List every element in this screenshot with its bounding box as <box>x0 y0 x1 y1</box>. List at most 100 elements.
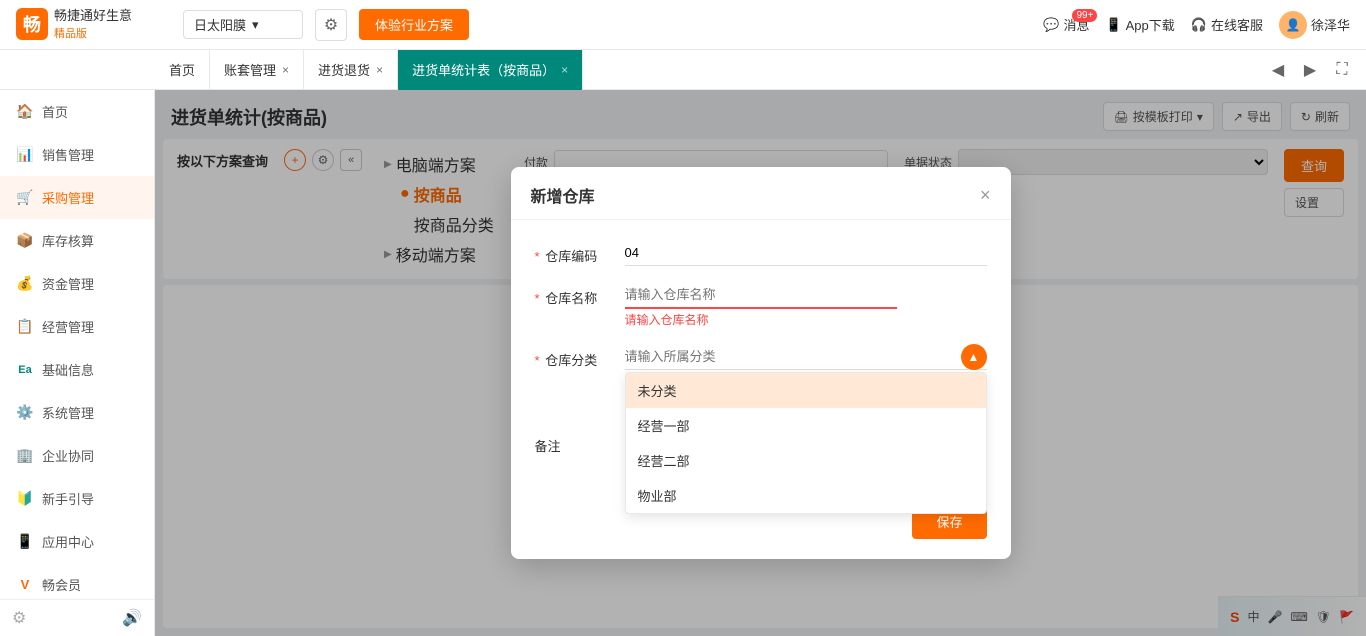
message-button[interactable]: 💬 消息 99+ <box>1043 15 1089 34</box>
sidebar-item-basics[interactable]: Ea 基础信息 <box>0 348 154 391</box>
sidebar-item-purchase[interactable]: 🛒 采购管理 <box>0 176 154 219</box>
sidebar: 🏠 首页 📊 销售管理 🛒 采购管理 📦 库存核算 💰 资金管理 📋 经 <box>0 90 155 636</box>
logo-area: 畅 畅捷通好生意 精品版 <box>16 8 171 41</box>
sidebar-item-enterprise[interactable]: 🏢 企业协同 <box>0 434 154 477</box>
warehouse-category-wrapper: ▲ 未分类 经营一部 经营二部 物业部 <box>625 344 987 370</box>
store-name: 日太阳膜 <box>194 15 246 34</box>
sidebar-item-sales-label: 销售管理 <box>42 145 94 164</box>
dialog-close-icon[interactable]: × <box>980 186 991 204</box>
tab-account-close[interactable]: × <box>282 63 289 77</box>
logo-icon: 畅 <box>16 8 48 40</box>
system-icon: ⚙️ <box>16 404 34 422</box>
sidebar-item-operations-label: 经营管理 <box>42 317 94 336</box>
message-icon: 💬 <box>1043 17 1059 33</box>
sidebar-item-appcenter[interactable]: 📱 应用中心 <box>0 520 154 563</box>
sidebar-item-system-label: 系统管理 <box>42 403 94 422</box>
sidebar-sound-icon[interactable]: 🔊 <box>122 608 142 628</box>
avatar: 👤 <box>1279 11 1307 39</box>
warehouse-code-label: * 仓库编码 <box>535 240 625 265</box>
warehouse-category-label-text: 仓库分类 <box>545 353 597 368</box>
app-download-button[interactable]: 📱 App下载 <box>1105 15 1174 34</box>
dropdown-item-unclassified[interactable]: 未分类 <box>626 373 986 408</box>
form-row-category: * 仓库分类 ▲ 未分类 经营一部 经营二部 物业部 <box>535 344 987 370</box>
sidebar-item-inventory-label: 库存核算 <box>42 231 94 250</box>
warehouse-name-label: * 仓库名称 <box>535 282 625 307</box>
online-service-label: 在线客服 <box>1211 15 1263 34</box>
tab-purchase-return[interactable]: 进货退货 × <box>304 50 398 90</box>
finance-icon: 💰 <box>16 275 34 293</box>
sidebar-item-finance-label: 资金管理 <box>42 274 94 293</box>
tab-next-icon[interactable]: ▶ <box>1294 54 1326 86</box>
chevron-down-icon: ▾ <box>252 17 259 33</box>
tab-account[interactable]: 账套管理 × <box>210 50 304 90</box>
message-badge: 99+ <box>1072 9 1097 22</box>
newbie-icon: 🔰 <box>16 490 34 508</box>
vip-icon: V <box>16 576 34 594</box>
tab-icons: ◀ ▶ ⛶ <box>1262 54 1366 86</box>
category-dropdown-toggle[interactable]: ▲ <box>961 344 987 370</box>
sidebar-item-finance[interactable]: 💰 资金管理 <box>0 262 154 305</box>
warehouse-code-input[interactable] <box>625 240 987 266</box>
dropdown-item-property[interactable]: 物业部 <box>626 478 986 513</box>
top-nav: 畅 畅捷通好生意 精品版 日太阳膜 ▾ ⚙ 体验行业方案 💬 消息 99+ 📱 … <box>0 0 1366 50</box>
online-service-button[interactable]: 🎧 在线客服 <box>1191 15 1263 34</box>
phone-icon: 📱 <box>1105 17 1121 33</box>
sidebar-gear-icon[interactable]: ⚙ <box>12 608 26 628</box>
sidebar-item-basics-label: 基础信息 <box>42 360 94 379</box>
warehouse-name-input[interactable] <box>625 282 897 309</box>
user-name: 徐泽华 <box>1311 15 1350 34</box>
store-selector[interactable]: 日太阳膜 ▾ <box>183 10 303 39</box>
sidebar-item-newbie[interactable]: 🔰 新手引导 <box>0 477 154 520</box>
sidebar-item-operations[interactable]: 📋 经营管理 <box>0 305 154 348</box>
tab-purchase-return-close[interactable]: × <box>376 63 383 77</box>
new-warehouse-dialog: 新增仓库 × * 仓库编码 <box>511 167 1011 559</box>
tab-purchase-stats-label: 进货单统计表（按商品） <box>412 60 555 79</box>
notes-label: 备注 <box>535 430 625 455</box>
sidebar-item-sales[interactable]: 📊 销售管理 <box>0 133 154 176</box>
top-nav-right: 💬 消息 99+ 📱 App下载 🎧 在线客服 👤 徐泽华 <box>1043 11 1350 39</box>
modal-overlay[interactable]: 新增仓库 × * 仓库编码 <box>155 90 1366 636</box>
tab-purchase-return-label: 进货退货 <box>318 60 370 79</box>
warehouse-name-error: 请输入仓库名称 <box>625 311 897 328</box>
sidebar-item-vip-label: 畅会员 <box>42 575 81 594</box>
dialog-title: 新增仓库 <box>531 183 595 207</box>
trial-button[interactable]: 体验行业方案 <box>359 9 469 40</box>
app-download-label: App下载 <box>1126 15 1175 34</box>
sidebar-item-inventory[interactable]: 📦 库存核算 <box>0 219 154 262</box>
tab-purchase-stats[interactable]: 进货单统计表（按商品） × <box>398 50 583 90</box>
tab-purchase-stats-close[interactable]: × <box>561 63 568 77</box>
main-layout: 🏠 首页 📊 销售管理 🛒 采购管理 📦 库存核算 💰 资金管理 📋 经 <box>0 90 1366 636</box>
sidebar-item-home[interactable]: 🏠 首页 <box>0 90 154 133</box>
warehouse-category-input[interactable] <box>625 344 987 370</box>
sidebar-item-system[interactable]: ⚙️ 系统管理 <box>0 391 154 434</box>
user-menu[interactable]: 👤 徐泽华 <box>1279 11 1350 39</box>
sidebar-item-home-label: 首页 <box>42 102 68 121</box>
sidebar-item-enterprise-label: 企业协同 <box>42 446 94 465</box>
tab-fullscreen-icon[interactable]: ⛶ <box>1326 54 1358 86</box>
tab-home[interactable]: 首页 <box>155 50 210 90</box>
appcenter-icon: 📱 <box>16 533 34 551</box>
required-mark: * <box>535 249 540 264</box>
form-row-name: * 仓库名称 请输入仓库名称 <box>535 282 987 328</box>
warehouse-name-label-text: 仓库名称 <box>545 291 597 306</box>
inventory-icon: 📦 <box>16 232 34 250</box>
home-icon: 🏠 <box>16 103 34 121</box>
sidebar-item-purchase-label: 采购管理 <box>42 188 94 207</box>
tab-prev-icon[interactable]: ◀ <box>1262 54 1294 86</box>
enterprise-icon: 🏢 <box>16 447 34 465</box>
tab-bar: 首页 账套管理 × 进货退货 × 进货单统计表（按商品） × ◀ ▶ ⛶ <box>0 50 1366 90</box>
settings-icon[interactable]: ⚙ <box>315 9 347 41</box>
sidebar-footer: ⚙ 🔊 <box>0 599 154 636</box>
dialog-body: * 仓库编码 * 仓库名称 <box>511 220 1011 492</box>
warehouse-code-label-text: 仓库编码 <box>545 249 597 264</box>
form-row-code: * 仓库编码 <box>535 240 987 266</box>
dropdown-item-dept2[interactable]: 经营二部 <box>626 443 986 478</box>
sidebar-items: 🏠 首页 📊 销售管理 🛒 采购管理 📦 库存核算 💰 资金管理 📋 经 <box>0 90 154 599</box>
sidebar-item-appcenter-label: 应用中心 <box>42 532 94 551</box>
sidebar-item-vip[interactable]: V 畅会员 <box>0 563 154 599</box>
basics-icon: Ea <box>16 361 34 379</box>
logo-text: 畅捷通好生意 <box>54 8 132 25</box>
content-area: 进货单统计(按商品) 🖨 按模板打印 ▾ ↗ 导出 ↻ 刷新 按以下方案查询 <box>155 90 1366 636</box>
dropdown-item-dept1[interactable]: 经营一部 <box>626 408 986 443</box>
logo-sub: 精品版 <box>54 25 132 41</box>
